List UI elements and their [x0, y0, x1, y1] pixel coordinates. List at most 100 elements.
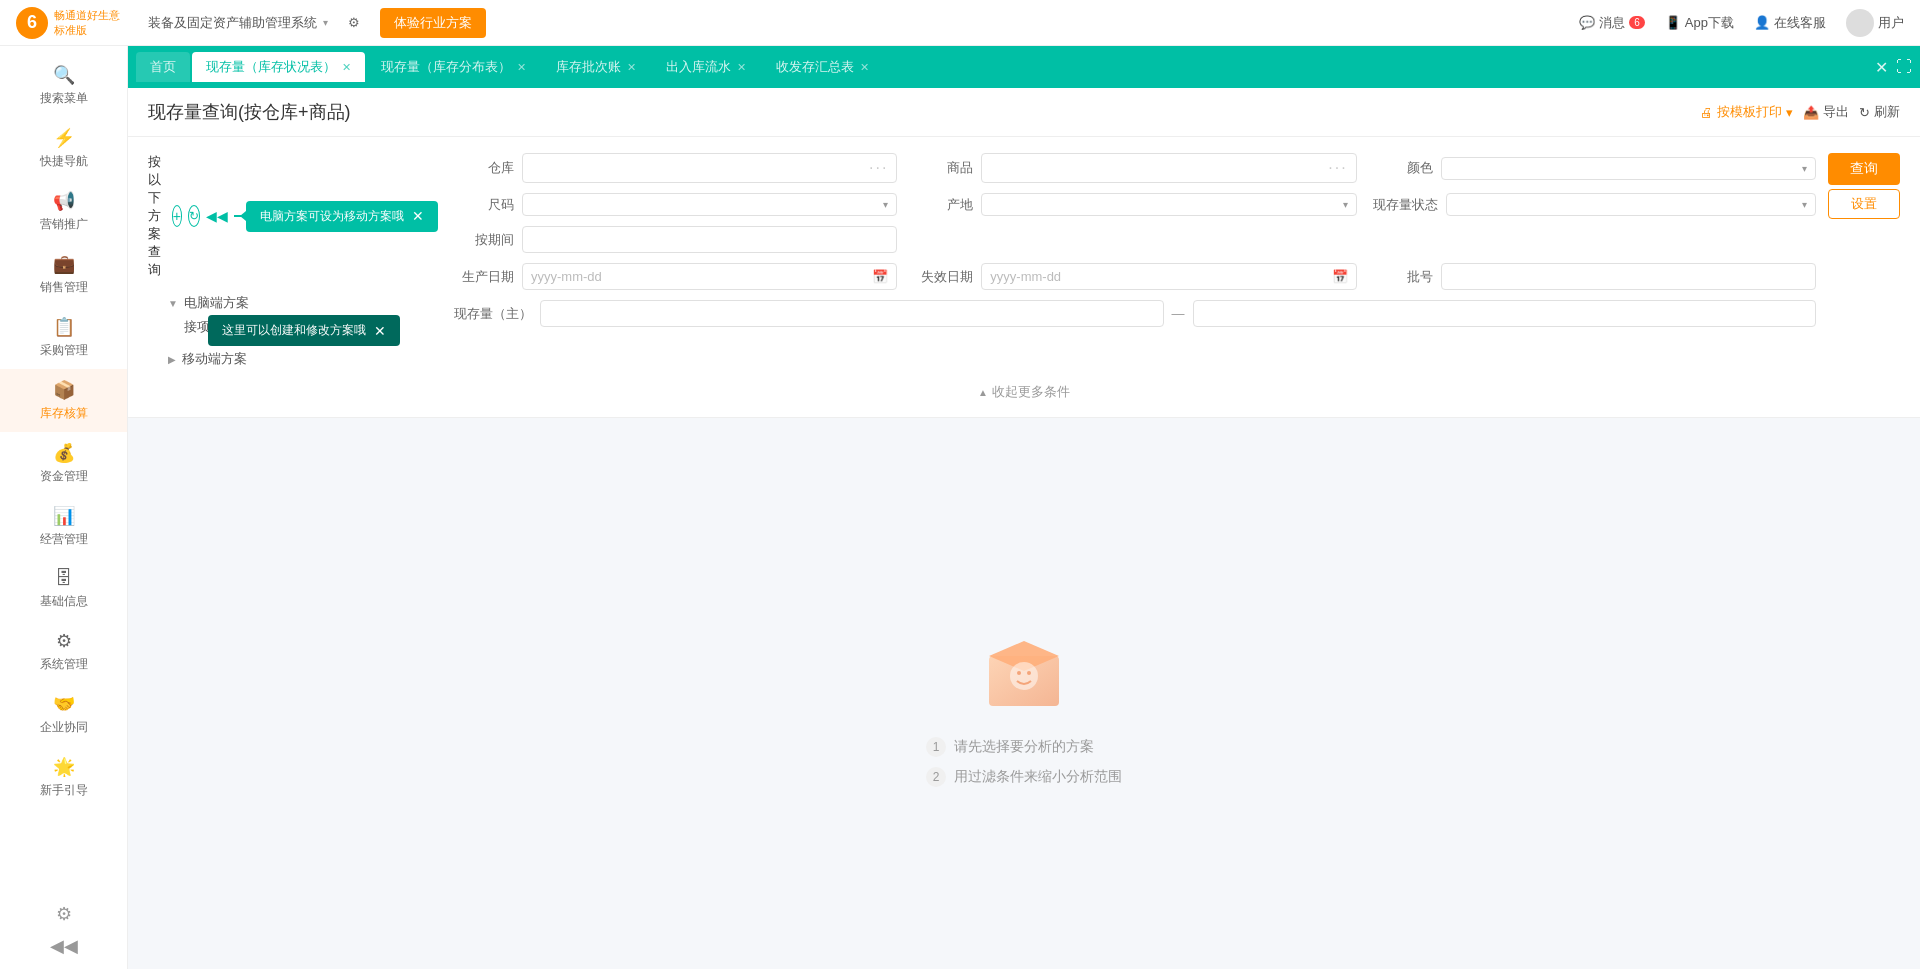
tab-inventory-status-close[interactable]: ✕: [342, 61, 351, 74]
sidebar-label-quicknav: 快捷导航: [40, 153, 88, 170]
period-input[interactable]: [522, 226, 897, 253]
collapse-button[interactable]: ▲ 收起更多条件: [978, 383, 1070, 401]
tooltip2-close[interactable]: ✕: [374, 323, 386, 339]
tab-batch-account-close[interactable]: ✕: [627, 61, 636, 74]
goods-dots: ···: [1328, 159, 1347, 177]
management-icon: 📊: [53, 505, 75, 527]
message-item[interactable]: 💬 消息 6: [1579, 14, 1645, 32]
tab-inventory-status-label: 现存量（库存状况表）: [206, 58, 336, 76]
sidebar-item-purchase[interactable]: 📋 采购管理: [0, 306, 127, 369]
filter-row-4: 生产日期 yyyy-mm-dd 📅 失效日期: [454, 263, 1816, 290]
settings-icon-btn[interactable]: ⚙: [340, 9, 368, 37]
system-icon: ⚙: [56, 630, 72, 652]
reset-button[interactable]: 设置: [1828, 189, 1900, 219]
stock-min-input[interactable]: [540, 300, 1164, 327]
inventory-status-select[interactable]: ▾: [1446, 193, 1816, 216]
filter-row-3: 按期间: [454, 226, 1816, 253]
refresh-icon: ↻: [1859, 105, 1870, 120]
size-select[interactable]: ▾: [522, 193, 897, 216]
sidebar-item-sales[interactable]: 💼 销售管理: [0, 243, 127, 306]
tab-batch-account[interactable]: 库存批次账 ✕: [542, 52, 650, 82]
tab-inventory-dist-close[interactable]: ✕: [517, 61, 526, 74]
hint-num-2: 2: [926, 767, 946, 787]
tab-summary[interactable]: 收发存汇总表 ✕: [762, 52, 883, 82]
content-area: 首页 现存量（库存状况表） ✕ 现存量（库存分布表） ✕ 库存批次账 ✕ 出入库…: [128, 46, 1920, 969]
sidebar-item-marketing[interactable]: 📢 营销推广: [0, 180, 127, 243]
tab-close-all-btn[interactable]: ✕: [1875, 58, 1888, 77]
tab-summary-label: 收发存汇总表: [776, 58, 854, 76]
sidebar-item-guide[interactable]: 🌟 新手引导: [0, 746, 127, 809]
sidebar-item-system[interactable]: ⚙ 系统管理: [0, 620, 127, 683]
purchase-icon: 📋: [53, 316, 75, 338]
tab-inventory-status[interactable]: 现存量（库存状况表） ✕: [192, 52, 365, 82]
top-bar-right: 💬 消息 6 📱 App下载 👤 在线客服 用户: [1579, 9, 1904, 37]
chevron-down-icon[interactable]: ▾: [323, 17, 328, 28]
tab-home[interactable]: 首页: [136, 52, 190, 82]
app-download-label: App下载: [1685, 14, 1734, 32]
sidebar-item-inventory[interactable]: 📦 库存核算: [0, 369, 127, 432]
sidebar-item-finance[interactable]: 💰 资金管理: [0, 432, 127, 495]
sidebar-label-system: 系统管理: [40, 656, 88, 673]
tab-flow-close[interactable]: ✕: [737, 61, 746, 74]
refresh-btn[interactable]: ↻ 刷新: [1859, 103, 1900, 121]
sidebar-label-management: 经营管理: [40, 531, 88, 548]
filter-field-batch: 批号: [1373, 263, 1816, 290]
origin-select[interactable]: ▾: [981, 193, 1356, 216]
sidebar-settings-btn[interactable]: ⚙: [56, 903, 72, 925]
quicknav-icon: ⚡: [53, 127, 75, 149]
production-date-picker[interactable]: yyyy-mm-dd 📅: [522, 263, 897, 290]
tooltip1-arrow: [240, 211, 246, 221]
export-btn[interactable]: 📤 导出: [1803, 103, 1849, 121]
add-scheme-btn[interactable]: +: [172, 205, 182, 227]
app-download-item[interactable]: 📱 App下载: [1665, 14, 1734, 32]
back-btn[interactable]: ◀◀: [206, 205, 228, 227]
marketing-icon: 📢: [53, 190, 75, 212]
goods-select[interactable]: ···: [981, 153, 1356, 183]
batch-input[interactable]: [1441, 263, 1816, 290]
sidebar-item-management[interactable]: 📊 经营管理: [0, 495, 127, 558]
production-date-placeholder: yyyy-mm-dd: [531, 269, 602, 284]
tab-flow[interactable]: 出入库流水 ✕: [652, 52, 760, 82]
experience-button[interactable]: 体验行业方案: [380, 8, 486, 38]
main-layout: 🔍 搜索菜单 ⚡ 快捷导航 📢 营销推广 💼 销售管理 📋 采购管理 📦: [0, 46, 1920, 969]
filter-field-warehouse: 仓库 ···: [454, 153, 897, 183]
sidebar-item-quicknav[interactable]: ⚡ 快捷导航: [0, 117, 127, 180]
tab-inventory-dist[interactable]: 现存量（库存分布表） ✕: [367, 52, 540, 82]
stock-max-input[interactable]: [1193, 300, 1817, 327]
warehouse-select[interactable]: ···: [522, 153, 897, 183]
user-avatar: [1846, 9, 1874, 37]
search-button[interactable]: 查询: [1828, 153, 1900, 185]
sidebar-item-cooperation[interactable]: 🤝 企业协同: [0, 683, 127, 746]
filter-form: 仓库 ··· 商品: [454, 153, 1816, 331]
production-date-label: 生产日期: [454, 268, 514, 286]
color-arrow: ▾: [1802, 163, 1807, 174]
expiry-date-picker[interactable]: yyyy-mm-dd 📅: [981, 263, 1356, 290]
inventory-status-arrow: ▾: [1802, 199, 1807, 210]
user-item[interactable]: 用户: [1846, 9, 1904, 37]
refresh-scheme-btn[interactable]: ↻: [188, 205, 200, 227]
system-name: 装备及固定资产辅助管理系统 ▾: [148, 14, 328, 32]
color-select[interactable]: ▾: [1441, 157, 1816, 180]
inventory-status-label: 现存量状态: [1373, 196, 1438, 214]
tooltip1-close[interactable]: ✕: [412, 208, 424, 224]
sidebar-label-sales: 销售管理: [40, 279, 88, 296]
size-label: 尺码: [454, 196, 514, 214]
sidebar-label-cooperation: 企业协同: [40, 719, 88, 736]
sidebar-item-basic[interactable]: 🗄 基础信息: [0, 558, 127, 620]
online-service-item[interactable]: 👤 在线客服: [1754, 14, 1826, 32]
filter-field-period: 按期间: [454, 226, 897, 253]
tooltip2-wrapper: 接项目 这里可以创建和修改方案哦 ✕: [148, 315, 438, 339]
print-icon: 🖨: [1700, 105, 1713, 120]
filter-row-5: 现存量（主） —: [454, 300, 1816, 327]
sidebar-collapse-btn[interactable]: ◀◀: [50, 935, 78, 957]
sidebar-item-search[interactable]: 🔍 搜索菜单: [0, 54, 127, 117]
size-arrow: ▾: [883, 199, 888, 210]
hint-num-1: 1: [926, 737, 946, 757]
tooltip1-container: 电脑方案可设为移动方案哦 ✕: [234, 201, 438, 232]
print-btn[interactable]: 🖨 按模板打印 ▾: [1700, 103, 1793, 121]
filter-label: 按以下方案查询: [148, 153, 166, 279]
tab-expand-btn[interactable]: ⛶: [1896, 58, 1912, 77]
tab-summary-close[interactable]: ✕: [860, 61, 869, 74]
pc-scheme-header[interactable]: ▼ 电脑端方案: [148, 291, 438, 315]
mobile-scheme-header[interactable]: ▶ 移动端方案: [148, 347, 438, 371]
